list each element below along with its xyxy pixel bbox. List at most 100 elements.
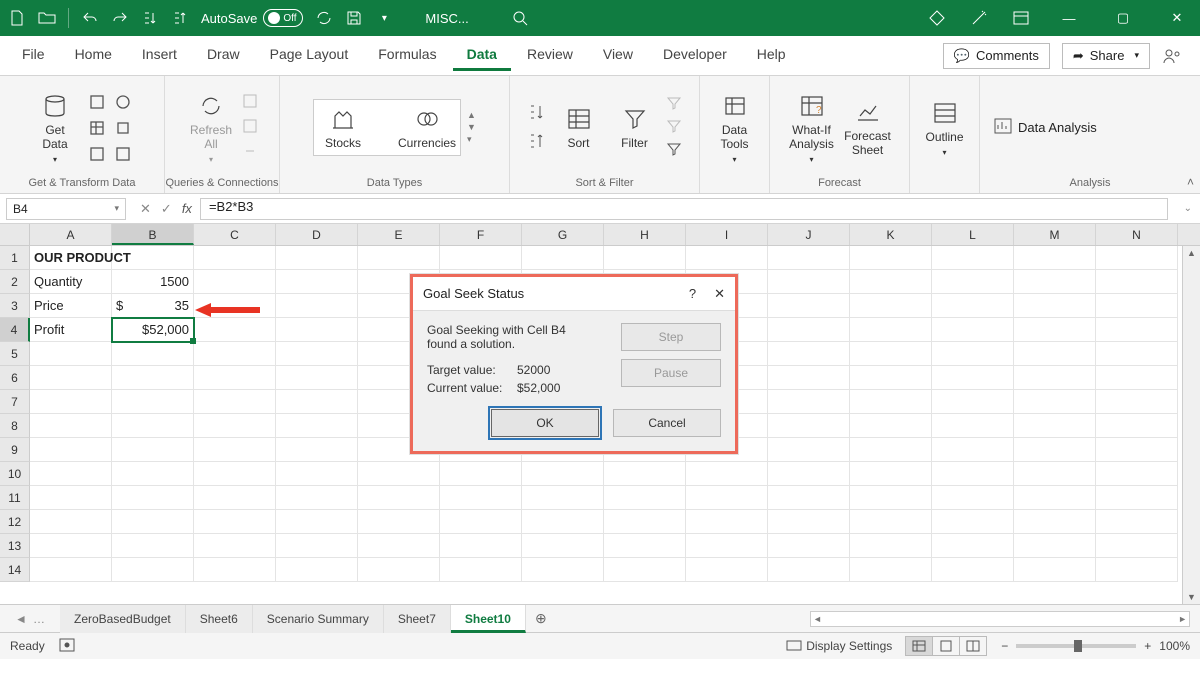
horizontal-scrollbar[interactable]: ◄► [810, 611, 1190, 627]
cell[interactable] [522, 558, 604, 582]
refresh-icon[interactable] [315, 9, 333, 27]
row-header[interactable]: 7 [0, 390, 30, 414]
cell[interactable] [932, 318, 1014, 342]
cell[interactable] [30, 510, 112, 534]
cell[interactable] [112, 390, 194, 414]
cell[interactable] [932, 246, 1014, 270]
cell[interactable] [850, 414, 932, 438]
gallery-more-icon[interactable]: ▾ [467, 134, 476, 145]
cell[interactable] [276, 318, 358, 342]
cell[interactable] [768, 462, 850, 486]
tab-help[interactable]: Help [743, 40, 800, 71]
sort-az-icon[interactable] [528, 103, 548, 124]
cell[interactable] [768, 414, 850, 438]
search-icon[interactable] [511, 9, 529, 27]
cell[interactable] [1014, 390, 1096, 414]
expand-formula-icon[interactable]: ⌄ [1176, 203, 1200, 214]
cell[interactable] [1014, 342, 1096, 366]
cell[interactable] [850, 558, 932, 582]
row-header[interactable]: 9 [0, 438, 30, 462]
cell[interactable] [112, 342, 194, 366]
cell[interactable] [1014, 486, 1096, 510]
cell[interactable] [440, 462, 522, 486]
cell[interactable] [522, 510, 604, 534]
collapse-ribbon-icon[interactable]: ˄ [1187, 175, 1194, 189]
cell[interactable] [932, 294, 1014, 318]
cell[interactable] [932, 534, 1014, 558]
cell[interactable] [932, 366, 1014, 390]
cell[interactable] [1096, 558, 1178, 582]
cell[interactable] [112, 558, 194, 582]
cell[interactable] [1096, 246, 1178, 270]
row-header[interactable]: 8 [0, 414, 30, 438]
cell[interactable] [112, 414, 194, 438]
outline-button[interactable]: Outline▾ [920, 98, 970, 157]
row-header[interactable]: 3 [0, 294, 30, 318]
cell[interactable] [194, 246, 276, 270]
normal-view-button[interactable] [905, 636, 933, 656]
cell[interactable] [194, 342, 276, 366]
gallery-up-icon[interactable]: ▲ [467, 110, 476, 120]
cell[interactable] [850, 390, 932, 414]
cell[interactable] [1096, 342, 1178, 366]
cell[interactable] [932, 438, 1014, 462]
filter-button[interactable]: Filter [610, 104, 660, 151]
cell[interactable] [1096, 510, 1178, 534]
cell[interactable] [604, 462, 686, 486]
sort-desc-icon[interactable] [171, 9, 189, 27]
cell[interactable] [358, 246, 440, 270]
cell[interactable] [850, 462, 932, 486]
cell[interactable] [1014, 318, 1096, 342]
row-header[interactable]: 10 [0, 462, 30, 486]
undo-icon[interactable] [81, 9, 99, 27]
cell[interactable] [30, 534, 112, 558]
tab-file[interactable]: File [8, 40, 59, 71]
sheet-tab[interactable]: Sheet7 [384, 605, 451, 633]
cell[interactable]: $52,000 [112, 318, 194, 342]
cell[interactable] [850, 486, 932, 510]
autosave-toggle[interactable]: AutoSave Off [201, 9, 303, 27]
cell[interactable] [1096, 318, 1178, 342]
zoom-control[interactable]: − + 100% [1001, 639, 1190, 653]
cell[interactable] [1096, 294, 1178, 318]
cell[interactable] [276, 246, 358, 270]
cell[interactable] [850, 366, 932, 390]
column-header[interactable]: H [604, 224, 686, 245]
cell[interactable] [276, 342, 358, 366]
cell[interactable] [112, 246, 194, 270]
reapply-icon[interactable] [666, 119, 682, 136]
cell[interactable] [30, 558, 112, 582]
column-header[interactable]: I [686, 224, 768, 245]
cell[interactable] [276, 510, 358, 534]
cell[interactable] [768, 438, 850, 462]
cell[interactable] [768, 366, 850, 390]
cell[interactable] [932, 462, 1014, 486]
cell[interactable] [1014, 510, 1096, 534]
enter-formula-icon[interactable]: ✓ [161, 201, 172, 217]
tab-insert[interactable]: Insert [128, 40, 191, 71]
cell[interactable] [768, 342, 850, 366]
cell[interactable] [112, 510, 194, 534]
cell[interactable] [30, 414, 112, 438]
cell[interactable] [276, 414, 358, 438]
cell[interactable]: Price [30, 294, 112, 318]
cell[interactable] [276, 462, 358, 486]
display-settings-button[interactable]: Display Settings [786, 639, 892, 653]
cell[interactable] [522, 246, 604, 270]
row-header[interactable]: 12 [0, 510, 30, 534]
column-header[interactable]: J [768, 224, 850, 245]
cell[interactable] [850, 246, 932, 270]
cell[interactable] [850, 342, 932, 366]
cell[interactable] [604, 558, 686, 582]
name-box[interactable]: B4▾ [6, 198, 126, 220]
cell[interactable] [194, 390, 276, 414]
cell[interactable] [1096, 534, 1178, 558]
column-header[interactable]: A [30, 224, 112, 245]
cell[interactable] [768, 390, 850, 414]
cell[interactable] [194, 414, 276, 438]
cell[interactable] [850, 294, 932, 318]
cell[interactable] [440, 534, 522, 558]
cell[interactable] [1014, 294, 1096, 318]
dialog-close-icon[interactable]: ✕ [714, 286, 725, 302]
data-types-gallery[interactable]: Stocks Currencies [313, 99, 461, 156]
